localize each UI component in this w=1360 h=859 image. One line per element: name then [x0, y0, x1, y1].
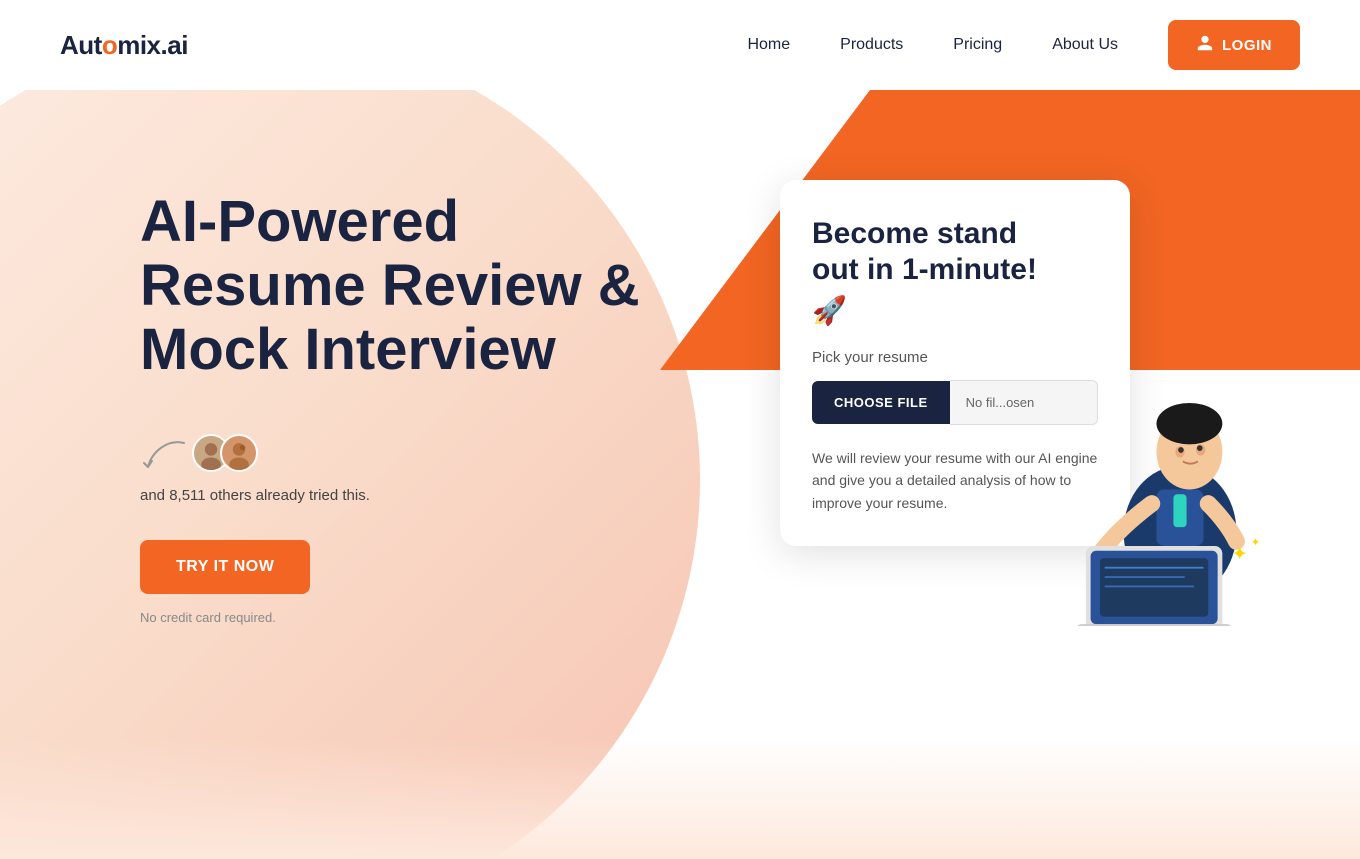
login-label: LOGIN	[1222, 37, 1272, 54]
user-avatars-group	[140, 431, 700, 475]
hero-left: AI-Powered Resume Review & Mock Intervie…	[140, 170, 700, 625]
svg-text:✦: ✦	[1251, 537, 1260, 549]
card-headline: Become stand out in 1-minute!	[812, 216, 1098, 288]
logo-highlight: o	[102, 30, 117, 60]
try-it-now-button[interactable]: TRY IT NOW	[140, 540, 310, 594]
hero-title: AI-Powered Resume Review & Mock Intervie…	[140, 190, 700, 381]
login-icon	[1196, 34, 1214, 56]
login-button[interactable]: LOGIN	[1168, 20, 1300, 70]
nav-pricing[interactable]: Pricing	[953, 36, 1002, 54]
choose-file-button[interactable]: CHOOSE FILE	[812, 381, 950, 424]
no-credit-card-text: No credit card required.	[140, 610, 700, 625]
nav-products[interactable]: Products	[840, 36, 903, 54]
logo[interactable]: Automix.ai	[60, 30, 188, 61]
hero-section: AI-Powered Resume Review & Mock Intervie…	[0, 90, 1360, 859]
social-proof-text: and 8,511 others already tried this.	[140, 487, 700, 504]
avatar-2	[220, 434, 258, 472]
nav-links: Home Products Pricing About Us LOGIN	[747, 20, 1300, 70]
nav-about[interactable]: About Us	[1052, 36, 1118, 54]
hero-right: Become stand out in 1-minute! 🚀 Pick you…	[780, 180, 1160, 546]
navbar: Automix.ai Home Products Pricing About U…	[0, 0, 1360, 90]
person-illustration: ✦ ✦	[1040, 306, 1360, 626]
avatar-group	[140, 431, 258, 475]
bg-bottom-peach	[0, 739, 1360, 859]
nav-home[interactable]: Home	[747, 36, 790, 54]
hero-content: AI-Powered Resume Review & Mock Intervie…	[0, 90, 1360, 685]
svg-text:✦: ✦	[1232, 543, 1248, 564]
sketch-icon	[140, 431, 190, 475]
